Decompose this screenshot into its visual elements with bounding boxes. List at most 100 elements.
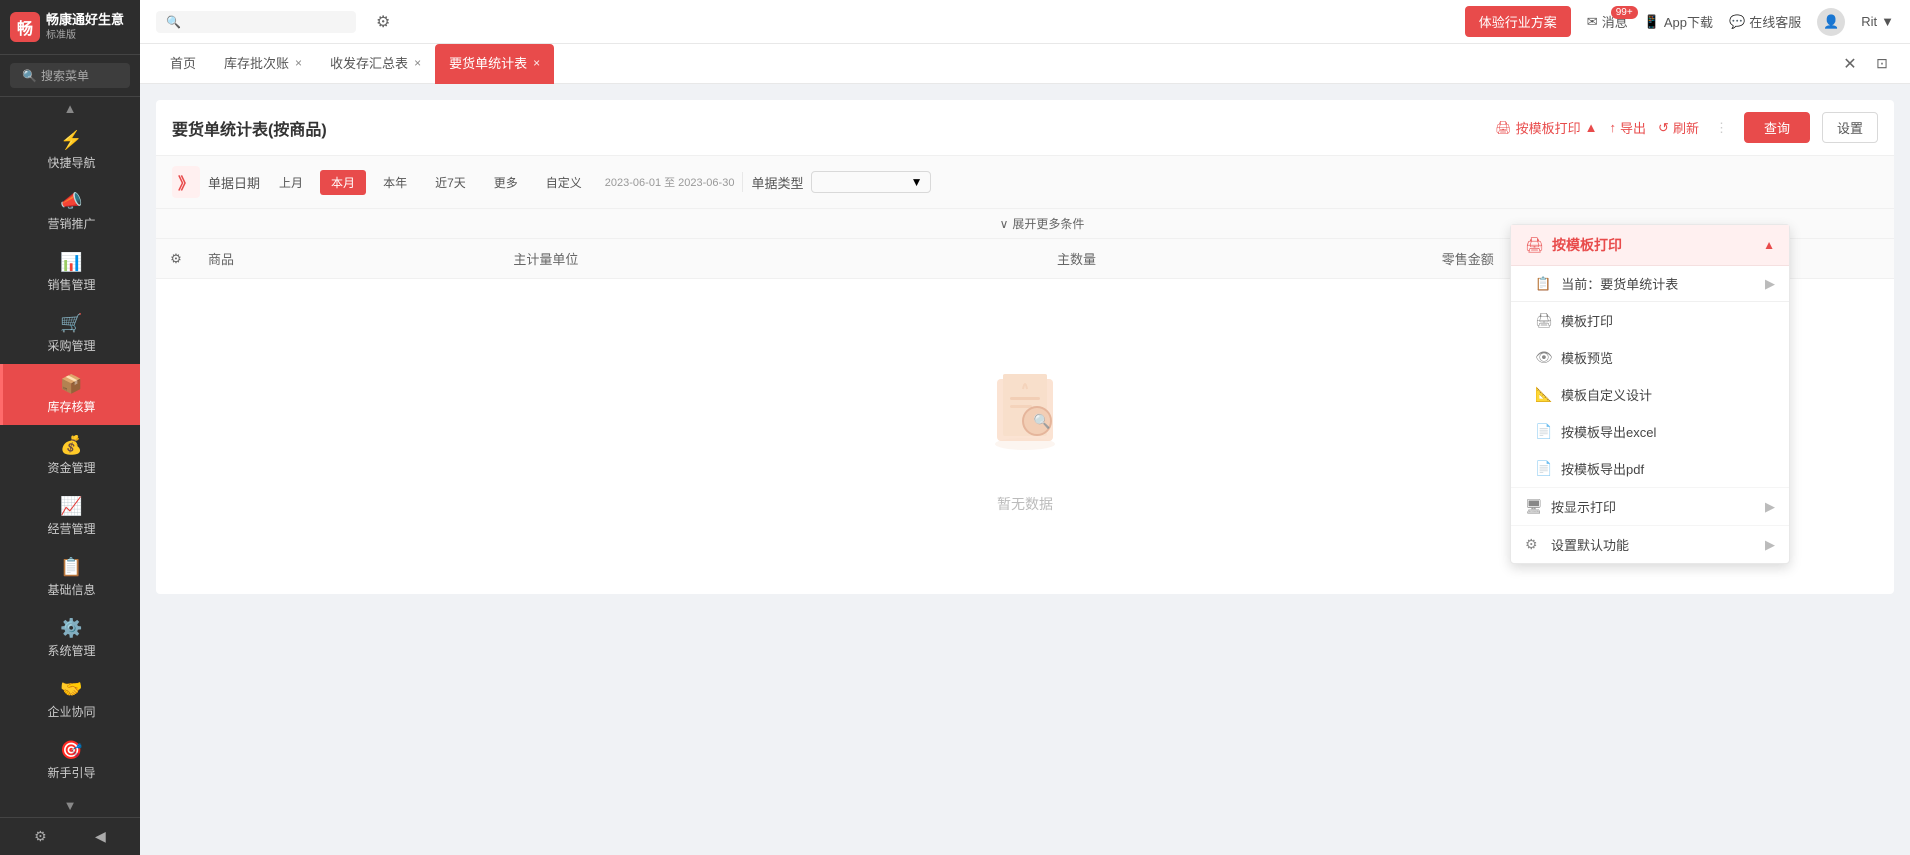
date-opt-more[interactable]: 更多 bbox=[483, 170, 529, 195]
guide-icon: 🎯 bbox=[60, 740, 82, 761]
tab-batch-account[interactable]: 库存批次账 × bbox=[210, 44, 316, 84]
refresh-button[interactable]: ↺ 刷新 bbox=[1658, 118, 1699, 137]
purchase-icon: 🛒 bbox=[60, 313, 82, 334]
topbar-right: ✉ 消息 99+ 📱 App下载 💬 在线客服 👤 Rit ▼ bbox=[1587, 8, 1894, 36]
export-button[interactable]: ↑ 导出 bbox=[1610, 118, 1647, 137]
template-export-pdf-item[interactable]: 📄 按模板导出pdf bbox=[1511, 450, 1789, 487]
service-icon: 💬 bbox=[1729, 14, 1745, 30]
settings-button[interactable]: 设置 bbox=[1822, 112, 1878, 143]
table-col-settings[interactable]: ⚙ bbox=[156, 239, 196, 279]
sidebar-collapse-btn[interactable]: ◀ bbox=[95, 828, 106, 845]
tab-order-stats-close[interactable]: × bbox=[533, 56, 540, 70]
expand-more-icon: ∨ bbox=[1000, 217, 1009, 231]
template-export-excel-item[interactable]: 📄 按模板导出excel bbox=[1511, 413, 1789, 450]
default-func-icon: ⚙ bbox=[1525, 536, 1541, 553]
avatar-icon: 👤 bbox=[1823, 14, 1839, 30]
sidebar-scroll-down[interactable]: ▼ bbox=[0, 794, 140, 817]
print-icon: 🖨 bbox=[1495, 120, 1512, 136]
template-print-item[interactable]: 🖨 模板打印 bbox=[1511, 302, 1789, 339]
print-chevron-icon: ▲ bbox=[1585, 120, 1598, 135]
sidebar: 畅 畅康通好生意 标准版 🔍 搜索菜单 ▲ ⚡ 快捷导航 📣 营销推广 📊 销售… bbox=[0, 0, 140, 855]
username-chevron-icon: ▼ bbox=[1881, 14, 1894, 29]
topbar-gear-icon[interactable]: ⚙ bbox=[376, 12, 390, 32]
sales-icon: 📊 bbox=[60, 252, 82, 273]
sidebar-search-area[interactable]: 🔍 搜索菜单 bbox=[0, 55, 140, 97]
template-export-pdf-icon: 📄 bbox=[1535, 460, 1551, 477]
tab-receipt-summary-close[interactable]: × bbox=[414, 56, 421, 70]
type-select[interactable]: ▼ bbox=[811, 171, 931, 193]
topbar-app-download[interactable]: 📱 App下载 bbox=[1644, 12, 1713, 31]
sidebar-item-purchase[interactable]: 🛒 采购管理 bbox=[0, 303, 140, 364]
display-print-item[interactable]: 🖥 按显示打印 ▶ bbox=[1511, 487, 1789, 525]
query-button[interactable]: 查询 bbox=[1744, 112, 1810, 143]
print-dropdown-icon: 🖨 bbox=[1525, 236, 1544, 254]
sidebar-item-operations[interactable]: 📈 经营管理 bbox=[0, 486, 140, 547]
page-title-bar: 要货单统计表(按商品) 🖨 按模板打印 ▲ ↑ 导出 ↺ 刷新 bbox=[156, 100, 1894, 156]
finance-icon: 💰 bbox=[60, 435, 82, 456]
display-print-arrow: ▶ bbox=[1765, 499, 1775, 515]
sidebar-item-sales[interactable]: 📊 销售管理 bbox=[0, 242, 140, 303]
print-template-button[interactable]: 🖨 按模板打印 ▲ bbox=[1495, 118, 1597, 137]
sidebar-item-inventory[interactable]: 📦 库存核算 bbox=[0, 364, 140, 425]
topbar-message[interactable]: ✉ 消息 99+ bbox=[1587, 12, 1628, 31]
date-opt-this-month[interactable]: 本月 bbox=[320, 170, 366, 195]
current-template-row[interactable]: 📋 当前：要货单统计表 ▶ bbox=[1511, 266, 1789, 302]
sidebar-search-input[interactable]: 🔍 搜索菜单 bbox=[10, 63, 130, 88]
tabs-close-all-btn[interactable]: ✕ bbox=[1838, 52, 1862, 76]
sidebar-item-quick-nav[interactable]: ⚡ 快捷导航 bbox=[0, 120, 140, 181]
expand-more-button[interactable]: ∨ 展开更多条件 bbox=[1000, 215, 1085, 232]
type-label: 单据类型 bbox=[751, 173, 803, 192]
date-opt-this-year[interactable]: 本年 bbox=[372, 170, 418, 195]
app-download-icon: 📱 bbox=[1644, 14, 1660, 30]
sidebar-item-marketing[interactable]: 📣 营销推广 bbox=[0, 181, 140, 242]
filter-separator bbox=[742, 172, 743, 192]
template-custom-icon: 📐 bbox=[1535, 386, 1551, 403]
sidebar-item-basic-info[interactable]: 📋 基础信息 bbox=[0, 547, 140, 608]
enterprise-icon: 🤝 bbox=[60, 679, 82, 700]
industry-solution-button[interactable]: 体验行业方案 bbox=[1465, 6, 1571, 37]
display-print-icon: 🖥 bbox=[1525, 498, 1541, 515]
sidebar-logo-text: 畅康通好生意 标准版 bbox=[46, 12, 124, 42]
sidebar-settings-btn[interactable]: ⚙ bbox=[34, 828, 47, 845]
tabs-expand-btn[interactable]: ⊡ bbox=[1870, 52, 1894, 76]
filter-expand-icon[interactable]: 》 bbox=[172, 166, 200, 198]
date-label: 单据日期 bbox=[208, 173, 260, 192]
app-title: 畅康通好生意 bbox=[46, 12, 124, 29]
tab-receipt-summary[interactable]: 收发存汇总表 × bbox=[316, 44, 435, 84]
date-opt-last-7days[interactable]: 近7天 bbox=[424, 170, 477, 195]
current-template-arrow: ▶ bbox=[1765, 276, 1775, 292]
sidebar-item-enterprise[interactable]: 🤝 企业协同 bbox=[0, 669, 140, 730]
user-avatar[interactable]: 👤 bbox=[1817, 8, 1845, 36]
current-template-label: 当前：要货单统计表 bbox=[1561, 274, 1678, 293]
app-subtitle: 标准版 bbox=[46, 29, 124, 42]
sidebar-item-system[interactable]: ⚙️ 系统管理 bbox=[0, 608, 140, 669]
template-print-icon: 🖨 bbox=[1535, 312, 1551, 329]
inventory-icon: 📦 bbox=[60, 374, 82, 395]
template-custom-item[interactable]: 📐 模板自定义设计 bbox=[1511, 376, 1789, 413]
basic-info-icon: 📋 bbox=[60, 557, 82, 578]
print-dropdown: 🖨 按模板打印 ▲ 📋 当前：要货单统计表 ▶ 🖨 模板打印 👁 模板预览 📐 … bbox=[1510, 224, 1790, 564]
tab-home[interactable]: 首页 bbox=[156, 44, 210, 84]
operations-icon: 📈 bbox=[60, 496, 82, 517]
sidebar-item-guide[interactable]: 🎯 新手引导 bbox=[0, 730, 140, 791]
date-opt-custom[interactable]: 自定义 bbox=[535, 170, 593, 195]
sidebar-scroll-up[interactable]: ▲ bbox=[0, 97, 140, 120]
sidebar-nav: ⚡ 快捷导航 📣 营销推广 📊 销售管理 🛒 采购管理 📦 库存核算 💰 资金管… bbox=[0, 120, 140, 794]
tab-batch-account-close[interactable]: × bbox=[295, 56, 302, 70]
date-options: 上月 本月 本年 近7天 更多 自定义 bbox=[268, 170, 593, 195]
date-opt-prev-month[interactable]: 上月 bbox=[268, 170, 314, 195]
search-icon: 🔍 bbox=[22, 69, 37, 83]
print-dropdown-arrow: ▲ bbox=[1763, 238, 1775, 252]
topbar: 🔍 ⚙ 体验行业方案 ✉ 消息 99+ 📱 App下载 💬 在线客服 👤 bbox=[140, 0, 1910, 44]
default-func-item[interactable]: ⚙ 设置默认功能 ▶ bbox=[1511, 525, 1789, 563]
sidebar-item-finance[interactable]: 💰 资金管理 bbox=[0, 425, 140, 486]
topbar-online-service[interactable]: 💬 在线客服 bbox=[1729, 12, 1801, 31]
default-func-arrow: ▶ bbox=[1765, 537, 1775, 553]
tab-order-stats[interactable]: 要货单统计表 × bbox=[435, 44, 554, 84]
tabs-bar: 首页 库存批次账 × 收发存汇总表 × 要货单统计表 × ✕ ⊡ bbox=[140, 44, 1910, 84]
topbar-username[interactable]: Rit ▼ bbox=[1861, 14, 1894, 29]
topbar-search[interactable]: 🔍 bbox=[156, 11, 356, 33]
print-dropdown-header[interactable]: 🖨 按模板打印 ▲ bbox=[1511, 225, 1789, 266]
template-preview-item[interactable]: 👁 模板预览 bbox=[1511, 339, 1789, 376]
system-icon: ⚙️ bbox=[60, 618, 82, 639]
